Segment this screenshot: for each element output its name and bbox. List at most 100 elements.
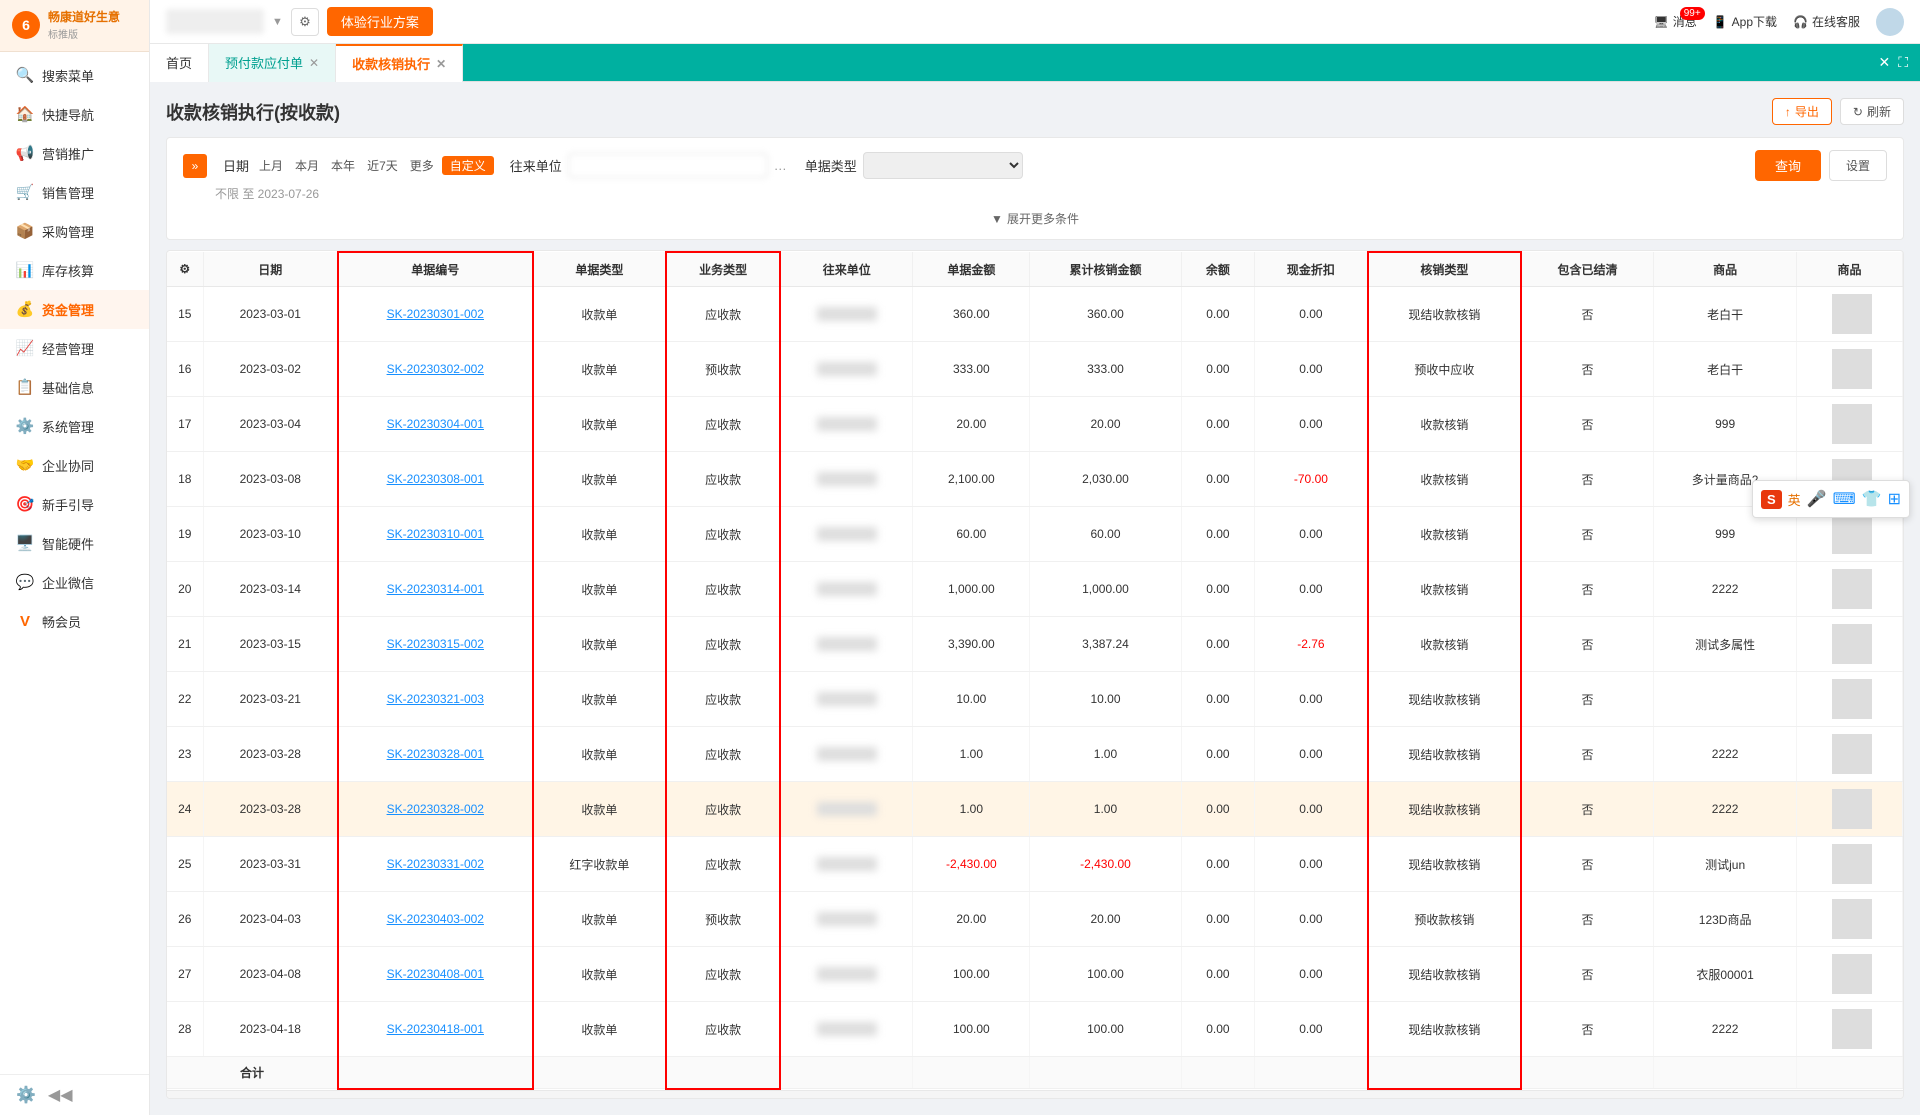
cell-amount: 60.00 <box>913 507 1030 562</box>
partner-value <box>817 912 877 926</box>
cell-docno: SK-20230308-001 <box>338 452 533 507</box>
topbar-gear-button[interactable]: ⚙ <box>291 8 319 36</box>
tab-receivable-close[interactable]: ✕ <box>436 57 446 71</box>
sidebar-item-member[interactable]: V 畅会员 <box>0 602 149 641</box>
column-settings-icon[interactable]: ⚙ <box>179 262 190 276</box>
tab-fullscreen-icon[interactable]: ⛶ <box>1898 54 1908 71</box>
doc-link[interactable]: SK-20230301-002 <box>387 307 484 321</box>
cell-goods2 <box>1797 287 1903 342</box>
filter-7days[interactable]: 近7天 <box>363 155 402 176</box>
mic-icon[interactable]: 🎤 <box>1807 489 1827 509</box>
topbar-online-service[interactable]: 🎧 在线客服 <box>1793 13 1860 30</box>
sidebar-item-enterprise[interactable]: 🤝 企业协同 <box>0 446 149 485</box>
sidebar-item-purchase[interactable]: 📦 采购管理 <box>0 212 149 251</box>
doc-link[interactable]: SK-20230304-001 <box>387 417 484 431</box>
sidebar-item-system[interactable]: ⚙️ 系统管理 <box>0 407 149 446</box>
doc-link[interactable]: SK-20230302-002 <box>387 362 484 376</box>
sidebar-item-inventory[interactable]: 📊 库存核算 <box>0 251 149 290</box>
wechat-icon: 💬 <box>16 573 34 591</box>
filter-partner-input[interactable] <box>568 153 768 178</box>
sidebar-item-basic[interactable]: 📋 基础信息 <box>0 368 149 407</box>
cell-date: 2023-03-15 <box>203 617 338 672</box>
doc-link[interactable]: SK-20230403-002 <box>387 912 484 926</box>
cell-biztype: 预收款 <box>666 342 780 397</box>
sidebar-item-sales[interactable]: 🛒 销售管理 <box>0 173 149 212</box>
cell-doctype: 收款单 <box>533 507 667 562</box>
tab-close-all-icon[interactable]: ✕ <box>1878 54 1890 71</box>
cell-goods2 <box>1797 837 1903 892</box>
shirt-icon[interactable]: 👕 <box>1862 489 1882 509</box>
cell-date: 2023-04-08 <box>203 947 338 1002</box>
cell-goods1: 衣服00001 <box>1654 947 1797 1002</box>
filter-doctype-label: 单据类型 <box>805 156 857 175</box>
sidebar-item-hardware[interactable]: 🖥️ 智能硬件 <box>0 524 149 563</box>
filter-date-buttons: 上月 本月 本年 近7天 更多 自定义 <box>255 155 494 176</box>
export-button[interactable]: ↑ 导出 <box>1772 98 1832 125</box>
filter-this-month[interactable]: 本月 <box>291 155 323 176</box>
doc-link[interactable]: SK-20230315-002 <box>387 637 484 651</box>
cell-doctype: 红字收款单 <box>533 837 667 892</box>
tab-home-label: 首页 <box>166 53 192 72</box>
grid-icon[interactable]: ⊞ <box>1888 489 1901 509</box>
cell-goods1: 2222 <box>1654 782 1797 837</box>
settings-icon[interactable]: ⚙️ <box>16 1085 36 1105</box>
filter-setting-button[interactable]: 设置 <box>1829 150 1887 181</box>
filter-collapse-button[interactable]: » <box>183 154 207 178</box>
floating-toolbar: S 英 🎤 ⌨ 👕 ⊞ <box>1752 480 1910 518</box>
cell-amount: 100.00 <box>913 947 1030 1002</box>
cell-discount: 0.00 <box>1255 562 1368 617</box>
doc-link[interactable]: SK-20230314-001 <box>387 582 484 596</box>
sidebar-item-search[interactable]: 🔍 搜索菜单 <box>0 56 149 95</box>
doc-link[interactable]: SK-20230308-001 <box>387 472 484 486</box>
cell-verified: 20.00 <box>1030 397 1182 452</box>
filter-last-month[interactable]: 上月 <box>255 155 287 176</box>
sidebar-item-operations[interactable]: 📈 经营管理 <box>0 329 149 368</box>
sidebar-item-marketing[interactable]: 📢 营销推广 <box>0 134 149 173</box>
cell-docno: SK-20230301-002 <box>338 287 533 342</box>
sidebar-item-wechat[interactable]: 💬 企业微信 <box>0 563 149 602</box>
horizontal-scrollbar[interactable] <box>167 1090 1903 1098</box>
cell-no: 28 <box>167 1002 203 1057</box>
app-edition: 标推版 <box>48 26 120 41</box>
member-icon: V <box>16 612 34 630</box>
collapse-icon[interactable]: ◀◀ <box>48 1085 73 1105</box>
doc-link[interactable]: SK-20230328-002 <box>387 802 484 816</box>
sidebar-item-guide[interactable]: 🎯 新手引导 <box>0 485 149 524</box>
content-area: 收款核销执行(按收款) ↑ 导出 ↻ 刷新 » 日期 上月 <box>150 82 1920 1115</box>
cell-balance: 0.00 <box>1181 727 1254 782</box>
tab-prepayment-close[interactable]: ✕ <box>309 56 319 70</box>
solution-button[interactable]: 体验行业方案 <box>327 7 433 36</box>
cell-discount: 0.00 <box>1255 782 1368 837</box>
purchase-icon: 📦 <box>16 222 34 240</box>
doc-link[interactable]: SK-20230408-001 <box>387 967 484 981</box>
tab-receivable[interactable]: 收款核销执行 ✕ <box>336 44 463 82</box>
filter-this-year[interactable]: 本年 <box>327 155 359 176</box>
sidebar-item-finance[interactable]: 💰 资金管理 <box>0 290 149 329</box>
filter-more[interactable]: 更多 <box>406 155 438 176</box>
cell-verified: 1.00 <box>1030 782 1182 837</box>
cell-date: 2023-03-01 <box>203 287 338 342</box>
query-button[interactable]: 查询 <box>1755 150 1821 181</box>
service-label: 在线客服 <box>1812 13 1860 30</box>
topbar-dropdown-icon[interactable]: ▼ <box>272 16 283 28</box>
filter-doctype-select[interactable] <box>863 152 1023 179</box>
topbar-app-download[interactable]: 📱 App下载 <box>1713 13 1777 30</box>
keyboard-icon[interactable]: ⌨ <box>1833 489 1856 509</box>
tab-home[interactable]: 首页 <box>150 44 209 82</box>
refresh-button[interactable]: ↻ 刷新 <box>1840 98 1904 125</box>
table-row: 27 2023-04-08 SK-20230408-001 收款单 应收款 10… <box>167 947 1903 1002</box>
filter-expand-row[interactable]: ▼ 展开更多条件 <box>183 210 1887 227</box>
filter-custom-button[interactable]: 自定义 <box>442 156 494 175</box>
col-gear: ⚙ <box>167 252 203 287</box>
filter-more-dots[interactable]: … <box>774 158 789 173</box>
topbar-message-button[interactable]: 🖥 消息 99+ <box>1653 13 1696 30</box>
doc-link[interactable]: SK-20230310-001 <box>387 527 484 541</box>
tab-prepayment[interactable]: 预付款应付单 ✕ <box>209 44 336 82</box>
doc-link[interactable]: SK-20230321-003 <box>387 692 484 706</box>
doc-link[interactable]: SK-20230331-002 <box>387 857 484 871</box>
sidebar-item-quicknav[interactable]: 🏠 快捷导航 <box>0 95 149 134</box>
cell-no: 15 <box>167 287 203 342</box>
doc-link[interactable]: SK-20230328-001 <box>387 747 484 761</box>
filter-date-label: 日期 <box>223 156 249 175</box>
doc-link[interactable]: SK-20230418-001 <box>387 1022 484 1036</box>
